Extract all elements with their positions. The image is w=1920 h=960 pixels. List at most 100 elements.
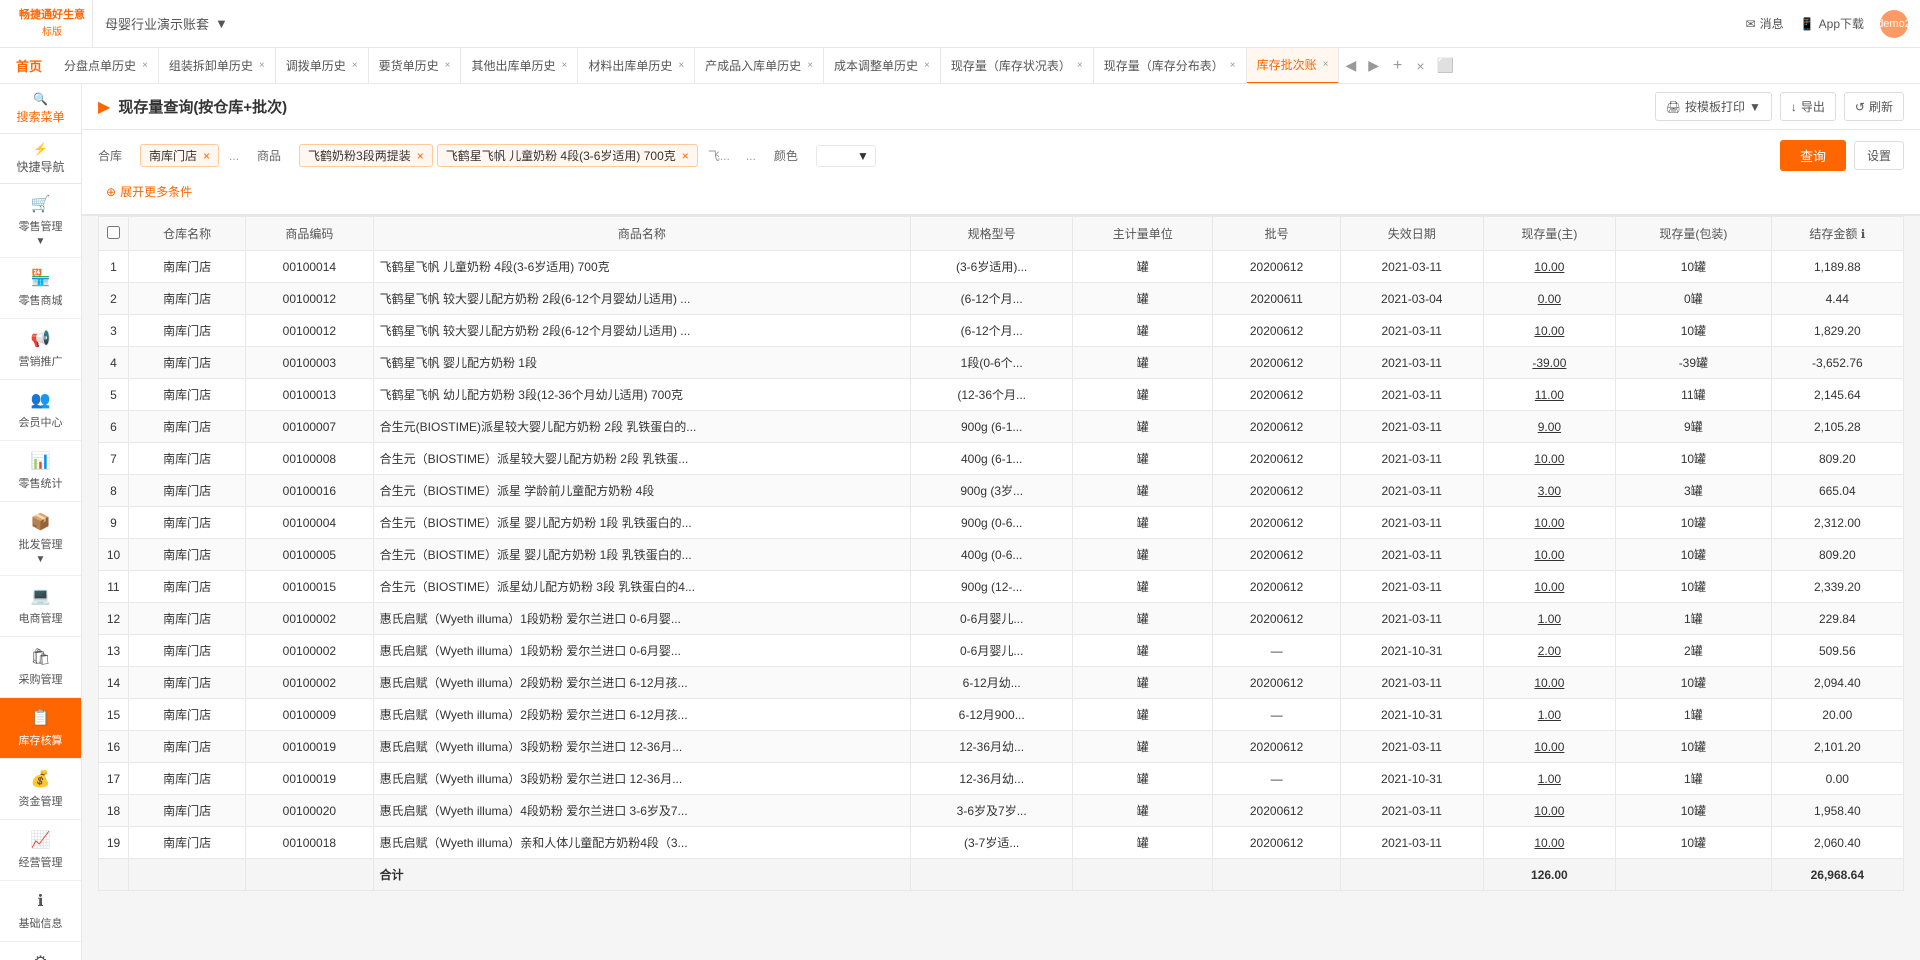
tab-close-icon[interactable]: × — [142, 60, 148, 71]
cell-qty-pack: 10罐 — [1616, 571, 1772, 603]
tab-其他出库单历史[interactable]: 其他出库单历史 × — [461, 48, 578, 84]
cell-no: 12 — [99, 603, 129, 635]
cell-spec: (6-12个月... — [911, 315, 1073, 347]
tab-prev-button[interactable]: ◀ — [1339, 57, 1362, 74]
tab-要货单历史[interactable]: 要货单历史 × — [369, 48, 462, 84]
cell-qty-main[interactable]: 10.00 — [1483, 827, 1615, 859]
tab-close-icon[interactable]: × — [1077, 60, 1083, 71]
cell-name: 飞鹤星飞帆 较大婴儿配方奶粉 2段(6-12个月婴幼儿适用) ... — [373, 315, 911, 347]
print-button[interactable]: 🖨 按模板打印 ▼ — [1655, 92, 1772, 121]
table-row: 5 南库门店 00100013 飞鹤星飞帆 幼儿配方奶粉 3段(12-36个月幼… — [99, 379, 1904, 411]
product-more-btn[interactable]: ... — [740, 147, 762, 165]
col-header-checkbox[interactable] — [99, 217, 129, 251]
select-all-checkbox[interactable] — [107, 226, 120, 239]
warehouse-more[interactable]: ... — [223, 147, 245, 165]
sidebar-item-operations[interactable]: 📈 经营管理 — [0, 820, 81, 881]
cell-amount: 2,101.20 — [1771, 731, 1903, 763]
tab-close-icon[interactable]: × — [352, 60, 358, 71]
color-filter-select[interactable]: ▼ — [816, 145, 876, 167]
sidebar-item-system[interactable]: ⚙ 系统管理 — [0, 942, 81, 960]
cell-qty-main[interactable]: 10.00 — [1483, 443, 1615, 475]
cell-qty-main[interactable]: 1.00 — [1483, 699, 1615, 731]
user-avatar-button[interactable]: demo2 — [1880, 10, 1908, 38]
sidebar-item-wholesale[interactable]: 📦 批发管理 ▼ — [0, 502, 81, 576]
messages-button[interactable]: ✉ 消息 — [1746, 15, 1784, 32]
sidebar-quicknav[interactable]: ⚡ 快捷导航 — [0, 134, 81, 184]
tab-现存量库存分布表[interactable]: 现存量（库存分布表） × — [1094, 48, 1247, 84]
tab-材料出库单历史[interactable]: 材料出库单历史 × — [578, 48, 695, 84]
export-button[interactable]: ↓ 导出 — [1780, 92, 1836, 121]
sidebar-item-finance[interactable]: 💰 资金管理 — [0, 759, 81, 820]
cell-qty-main[interactable]: 10.00 — [1483, 507, 1615, 539]
table-container: 仓库名称 商品编码 商品名称 规格型号 主计量单位 批号 失效日期 现存量(主)… — [82, 216, 1920, 960]
tab-close-icon[interactable]: × — [259, 60, 265, 71]
sidebar-item-retail-mgmt[interactable]: 🛒 零售管理 ▼ — [0, 184, 81, 258]
sidebar-item-members[interactable]: 👥 会员中心 — [0, 380, 81, 441]
cell-qty-main[interactable]: 1.00 — [1483, 763, 1615, 795]
expand-sidebar-button[interactable]: ▶ — [98, 97, 110, 117]
tab-成本调整单历史[interactable]: 成本调整单历史 × — [824, 48, 941, 84]
cell-qty-main[interactable]: 11.00 — [1483, 379, 1615, 411]
tab-maximize-button[interactable]: ⬜ — [1431, 57, 1460, 74]
cell-qty-main[interactable]: 10.00 — [1483, 315, 1615, 347]
cell-qty-main[interactable]: 0.00 — [1483, 283, 1615, 315]
col-header-spec: 规格型号 — [911, 217, 1073, 251]
cell-no: 18 — [99, 795, 129, 827]
tab-home[interactable]: 首页 — [4, 56, 54, 75]
sidebar-item-retail-stats[interactable]: 📊 零售统计 — [0, 441, 81, 502]
sidebar-search[interactable]: 🔍 搜索菜单 — [0, 84, 81, 134]
industry-selector[interactable]: 母婴行业演示账套 ▼ — [92, 0, 246, 47]
cell-qty-main[interactable]: 10.00 — [1483, 731, 1615, 763]
refresh-button[interactable]: ↺ 刷新 — [1844, 92, 1904, 121]
tab-next-button[interactable]: ▶ — [1362, 57, 1385, 74]
warehouse-tag-close[interactable]: × — [203, 149, 210, 163]
product-tag-2-close[interactable]: × — [682, 149, 689, 163]
tab-add-button[interactable]: + — [1385, 57, 1410, 75]
tab-组装拆卸单历史[interactable]: 组装拆卸单历史 × — [159, 48, 276, 84]
product-tag-1-close[interactable]: × — [417, 149, 424, 163]
sidebar-item-inventory[interactable]: 📋 库存核算 — [0, 698, 81, 759]
tab-close-icon[interactable]: × — [445, 60, 451, 71]
cell-qty-main[interactable]: 10.00 — [1483, 795, 1615, 827]
color-filter-block: 颜色 ▼ — [774, 145, 876, 167]
tab-close-icon[interactable]: × — [807, 60, 813, 71]
tab-产成品入库单历史[interactable]: 产成品入库单历史 × — [695, 48, 824, 84]
tab-close-icon[interactable]: × — [678, 60, 684, 71]
sidebar-item-purchase[interactable]: 🛍 采购管理 — [0, 637, 81, 698]
sidebar-item-marketing[interactable]: 📢 营销推广 — [0, 319, 81, 380]
app-download-button[interactable]: 📱 App下载 — [1800, 15, 1864, 32]
cell-qty-main[interactable]: 3.00 — [1483, 475, 1615, 507]
total-label: 合计 — [373, 859, 911, 891]
cell-qty-pack: 11罐 — [1616, 379, 1772, 411]
cell-qty-main[interactable]: 10.00 — [1483, 539, 1615, 571]
cell-expire: 2021-03-11 — [1340, 411, 1483, 443]
tab-close-icon[interactable]: × — [561, 60, 567, 71]
tab-close-all-button[interactable]: × — [1410, 58, 1430, 74]
tab-现存量库存状况表[interactable]: 现存量（库存状况表） × — [941, 48, 1094, 84]
tab-close-icon[interactable]: × — [1230, 60, 1236, 71]
tab-close-icon[interactable]: × — [924, 60, 930, 71]
sidebar-item-ecommerce[interactable]: 💻 电商管理 — [0, 576, 81, 637]
product-more[interactable]: 飞... — [702, 145, 736, 166]
warehouse-filter-label: 合库 — [98, 147, 134, 164]
tab-close-icon[interactable]: × — [1323, 59, 1329, 70]
cell-qty-main[interactable]: 10.00 — [1483, 251, 1615, 283]
cell-qty-main[interactable]: -39.00 — [1483, 347, 1615, 379]
sidebar-item-retail-shop[interactable]: 🏪 零售商城 — [0, 258, 81, 319]
tab-库存批次账[interactable]: 库存批次账 × — [1247, 48, 1340, 84]
sidebar-item-basic-info[interactable]: ℹ 基础信息 — [0, 881, 81, 942]
query-button[interactable]: 查询 — [1780, 140, 1846, 171]
cell-qty-main[interactable]: 1.00 — [1483, 603, 1615, 635]
cell-spec: 3-6岁及7岁... — [911, 795, 1073, 827]
cell-qty-main[interactable]: 10.00 — [1483, 667, 1615, 699]
tab-分盘点单历史[interactable]: 分盘点单历史 × — [54, 48, 159, 84]
cell-qty-main[interactable]: 2.00 — [1483, 635, 1615, 667]
tab-调拨单历史[interactable]: 调拨单历史 × — [276, 48, 369, 84]
expand-conditions-button[interactable]: ⊕ 展开更多条件 — [98, 179, 200, 204]
cell-qty-pack: 10罐 — [1616, 507, 1772, 539]
cell-qty-main[interactable]: 9.00 — [1483, 411, 1615, 443]
cell-warehouse: 南库门店 — [129, 411, 246, 443]
settings-button[interactable]: 设置 — [1854, 141, 1904, 170]
cell-qty-main[interactable]: 10.00 — [1483, 571, 1615, 603]
cell-amount: 2,105.28 — [1771, 411, 1903, 443]
